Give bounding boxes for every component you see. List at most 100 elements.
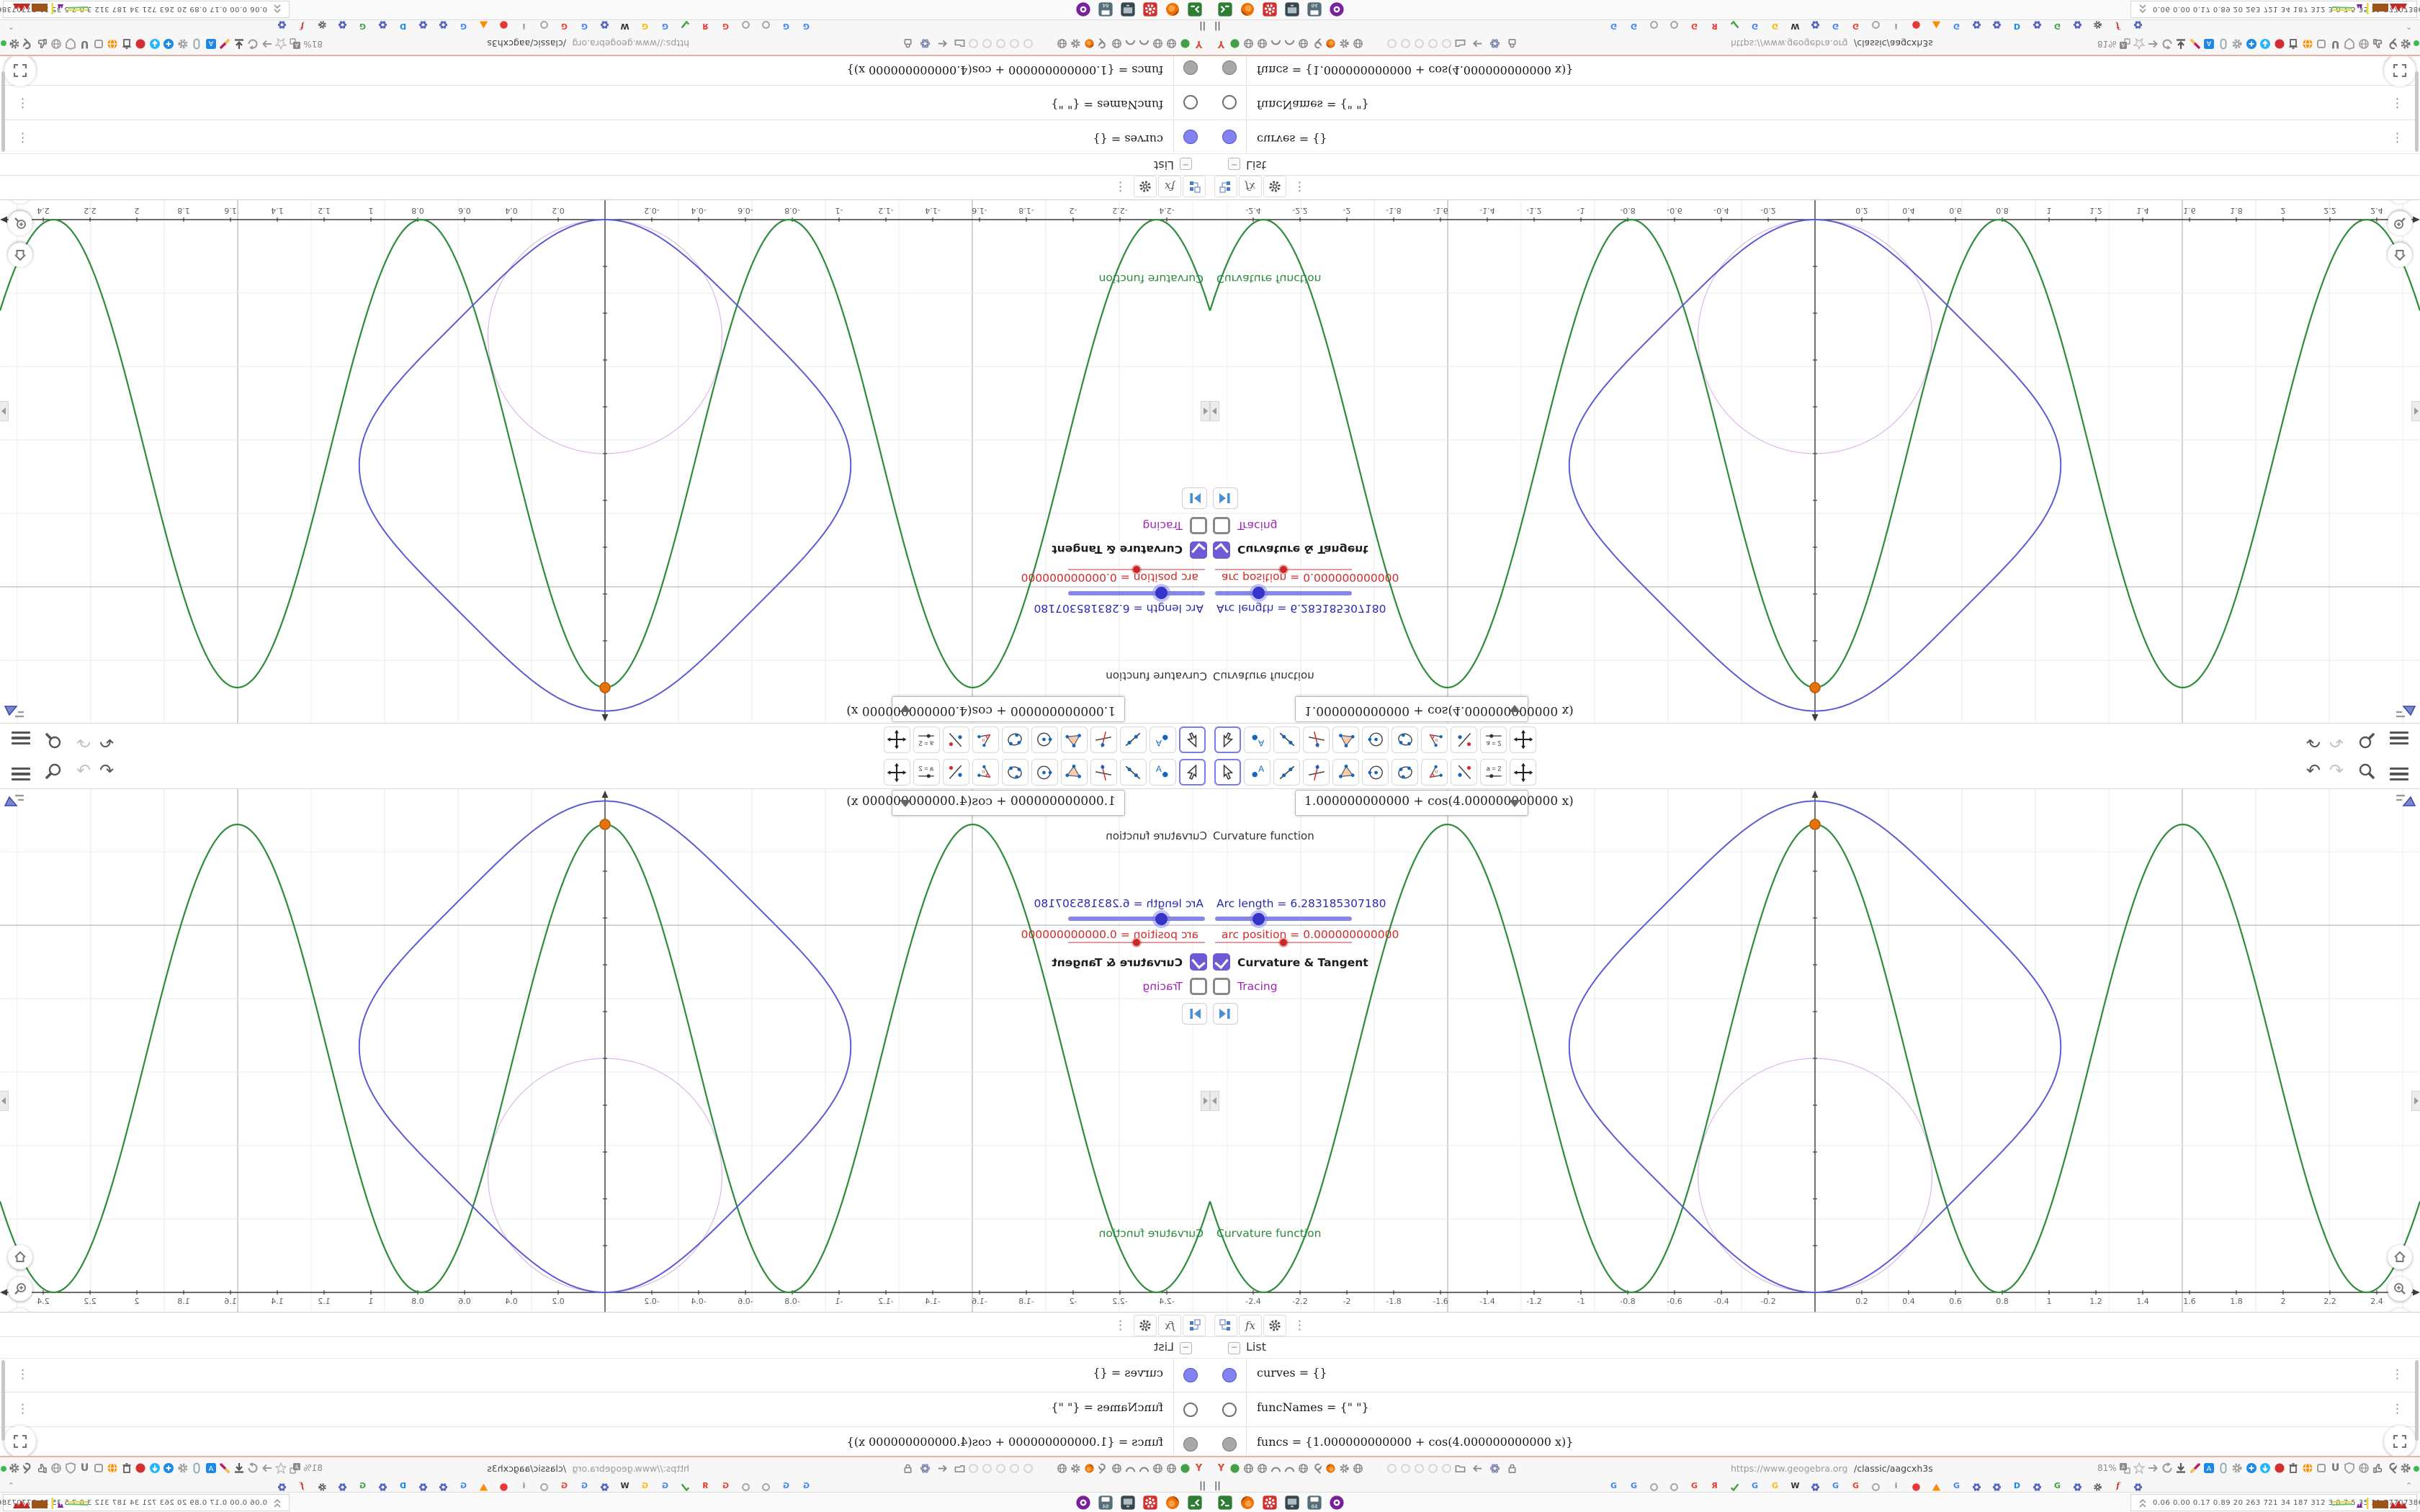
addressbar-lock-icon[interactable] <box>902 35 913 49</box>
nav-icon-arc[interactable] <box>1125 35 1136 49</box>
collapse-caret-icon[interactable]: ⌃ <box>8 1481 14 1490</box>
redo-button[interactable]: ↷ <box>2329 760 2344 780</box>
url-path[interactable]: /classic/aagcxh3s <box>487 1463 566 1474</box>
extension-globe-icon[interactable] <box>51 1462 63 1477</box>
addressbar-flower-icon[interactable] <box>920 1463 931 1477</box>
addressbar-flower-icon[interactable] <box>920 35 931 49</box>
bookmark-favicon[interactable]: i <box>519 22 529 31</box>
extension-pen-icon[interactable] <box>2190 35 2201 50</box>
extension-wrench-icon[interactable] <box>2386 1462 2398 1477</box>
tool-line[interactable] <box>1273 726 1300 753</box>
bookmark-favicon[interactable]: G <box>1690 22 1699 31</box>
url-domain[interactable]: https://www.geogebra.org <box>1731 38 1847 49</box>
extension-translate2-icon[interactable]: A <box>2203 35 2215 50</box>
play-pause-button[interactable] <box>1213 487 1238 509</box>
taskbar-app-monitorapp[interactable] <box>1284 1495 1300 1511</box>
extension-gear-icon[interactable] <box>9 1462 20 1477</box>
visibility-toggle[interactable] <box>1183 1403 1198 1417</box>
bookmark-favicon[interactable]: G <box>1750 1481 1760 1490</box>
nav-icon-arc[interactable] <box>1284 1463 1295 1477</box>
bookmark-favicon[interactable]: D <box>398 22 408 31</box>
taskbar-app-monitorapp[interactable] <box>1120 1495 1136 1511</box>
nav-icon-arc[interactable] <box>1270 1463 1281 1477</box>
extension-thumb-icon[interactable] <box>37 1462 48 1477</box>
nav-icon-gear[interactable] <box>1339 1463 1350 1477</box>
addressbar-flower-icon[interactable] <box>1489 35 1500 49</box>
tool-polygon[interactable] <box>1061 759 1088 786</box>
bookmark-favicon[interactable]: G <box>721 1481 730 1490</box>
left-panel-toggle[interactable] <box>1201 401 1210 421</box>
nav-icon-wrench[interactable] <box>1098 35 1108 49</box>
hamburger-menu-icon[interactable] <box>2390 764 2408 784</box>
extension-translate2-icon[interactable]: A <box>205 35 217 50</box>
tool-circle-with-center[interactable] <box>1362 726 1389 753</box>
arc-length-slider[interactable] <box>1215 591 1352 595</box>
nav-icon-globe[interactable] <box>1298 1463 1309 1477</box>
settings-gear-button[interactable] <box>1263 1315 1286 1336</box>
tool-slider[interactable]: a = 2 <box>1480 759 1507 786</box>
extension-download-icon[interactable] <box>2175 35 2187 50</box>
extension-trash-icon[interactable] <box>2287 35 2299 50</box>
nav-icon-wrench[interactable] <box>1312 35 1322 49</box>
addressbar-lock-icon[interactable] <box>1507 35 1518 49</box>
bookmark-favicon[interactable]: G <box>560 22 569 31</box>
extension-wrench-icon[interactable] <box>23 1462 35 1477</box>
taskbar-app-purple[interactable] <box>1329 1495 1345 1511</box>
hamburger-menu-icon[interactable] <box>12 728 30 748</box>
collapse-caret-icon[interactable]: ⌃ <box>2406 1481 2412 1490</box>
graphics-view[interactable]: -2.4 -2.2 -2 -1.8 -1.6 -1.4 -1.2 -1 -0.8 -0.6 -0.4… <box>0 200 1210 723</box>
arc-length-knob[interactable] <box>1252 913 1265 925</box>
tool-slider[interactable]: a = 2 <box>913 726 940 753</box>
bookmark-favicon[interactable]: G <box>2053 22 2062 31</box>
extension-plus-icon[interactable] <box>2246 1462 2257 1477</box>
addressbar-back-icon[interactable] <box>1472 35 1483 49</box>
bookmark-favicon[interactable]: f <box>2113 1481 2123 1490</box>
hamburger-menu-icon[interactable] <box>2390 728 2408 748</box>
taskbar-app-fox[interactable] <box>1240 1495 1255 1511</box>
curvature-tangent-checkbox[interactable] <box>1213 953 1230 971</box>
tool-polygon[interactable] <box>1332 759 1359 786</box>
fullscreen-button[interactable] <box>2384 1426 2416 1457</box>
tool-point[interactable]: A <box>1244 726 1270 753</box>
tool-conic-through-points[interactable] <box>1392 759 1418 786</box>
extension-gear-icon[interactable] <box>2400 1462 2411 1477</box>
visibility-toggle[interactable] <box>1222 130 1237 144</box>
extension-arrowR-icon[interactable] <box>261 1462 273 1477</box>
bookmark-favicon[interactable]: G <box>781 1481 791 1490</box>
tool-point[interactable]: A <box>1150 726 1176 753</box>
redo-button[interactable]: ↷ <box>76 732 91 752</box>
nav-icon-fox[interactable] <box>1084 35 1095 49</box>
taskbar-app-monitorapp[interactable] <box>1284 1 1300 17</box>
extension-star-icon[interactable] <box>274 1462 288 1477</box>
extension-dot-icon[interactable] <box>2274 1462 2285 1477</box>
bookmark-favicon[interactable]: G <box>640 1481 650 1490</box>
stylebar-more-icon[interactable]: ⋮ <box>1294 179 1306 194</box>
nav-icon-Y[interactable]: Y <box>1216 1463 1227 1474</box>
bookmark-favicon[interactable]: G <box>660 22 670 31</box>
row-menu-icon[interactable]: ⋮ <box>17 96 29 110</box>
fx-button[interactable]: fx <box>1239 176 1262 197</box>
nav-icon-globe[interactable] <box>1166 35 1177 49</box>
visibility-toggle[interactable] <box>1222 95 1237 109</box>
extension-wrench-icon[interactable] <box>23 35 35 50</box>
extension-download-icon[interactable] <box>233 35 245 50</box>
bookmark-favicon[interactable]: G <box>1831 1481 1840 1490</box>
extension-gear-icon[interactable] <box>177 1462 189 1477</box>
extension-translate2-icon[interactable]: A <box>205 1462 217 1477</box>
extension-pen-icon[interactable] <box>220 1462 231 1477</box>
bookmark-favicon[interactable]: G <box>1690 1481 1699 1490</box>
tool-perpendicular-line[interactable] <box>1090 726 1117 753</box>
tool-slider[interactable]: a = 2 <box>913 759 940 786</box>
extension-refresh-icon[interactable] <box>248 35 259 50</box>
bookmark-favicon[interactable]: G <box>640 22 650 31</box>
zoom-level-badge[interactable]: 81% <box>303 1463 323 1473</box>
tracing-checkbox[interactable] <box>1190 978 1207 995</box>
tool-circle-with-center[interactable] <box>1031 759 1058 786</box>
nav-icon-globe[interactable] <box>1257 1463 1268 1477</box>
bookmark-favicon[interactable]: G <box>358 22 367 31</box>
tool-polygon[interactable] <box>1061 726 1088 753</box>
curvature-tangent-checkbox[interactable] <box>1213 541 1230 559</box>
extension-translate-icon[interactable]: A <box>290 35 301 50</box>
fullscreen-button[interactable] <box>2384 55 2416 86</box>
search-icon[interactable] <box>45 728 62 750</box>
